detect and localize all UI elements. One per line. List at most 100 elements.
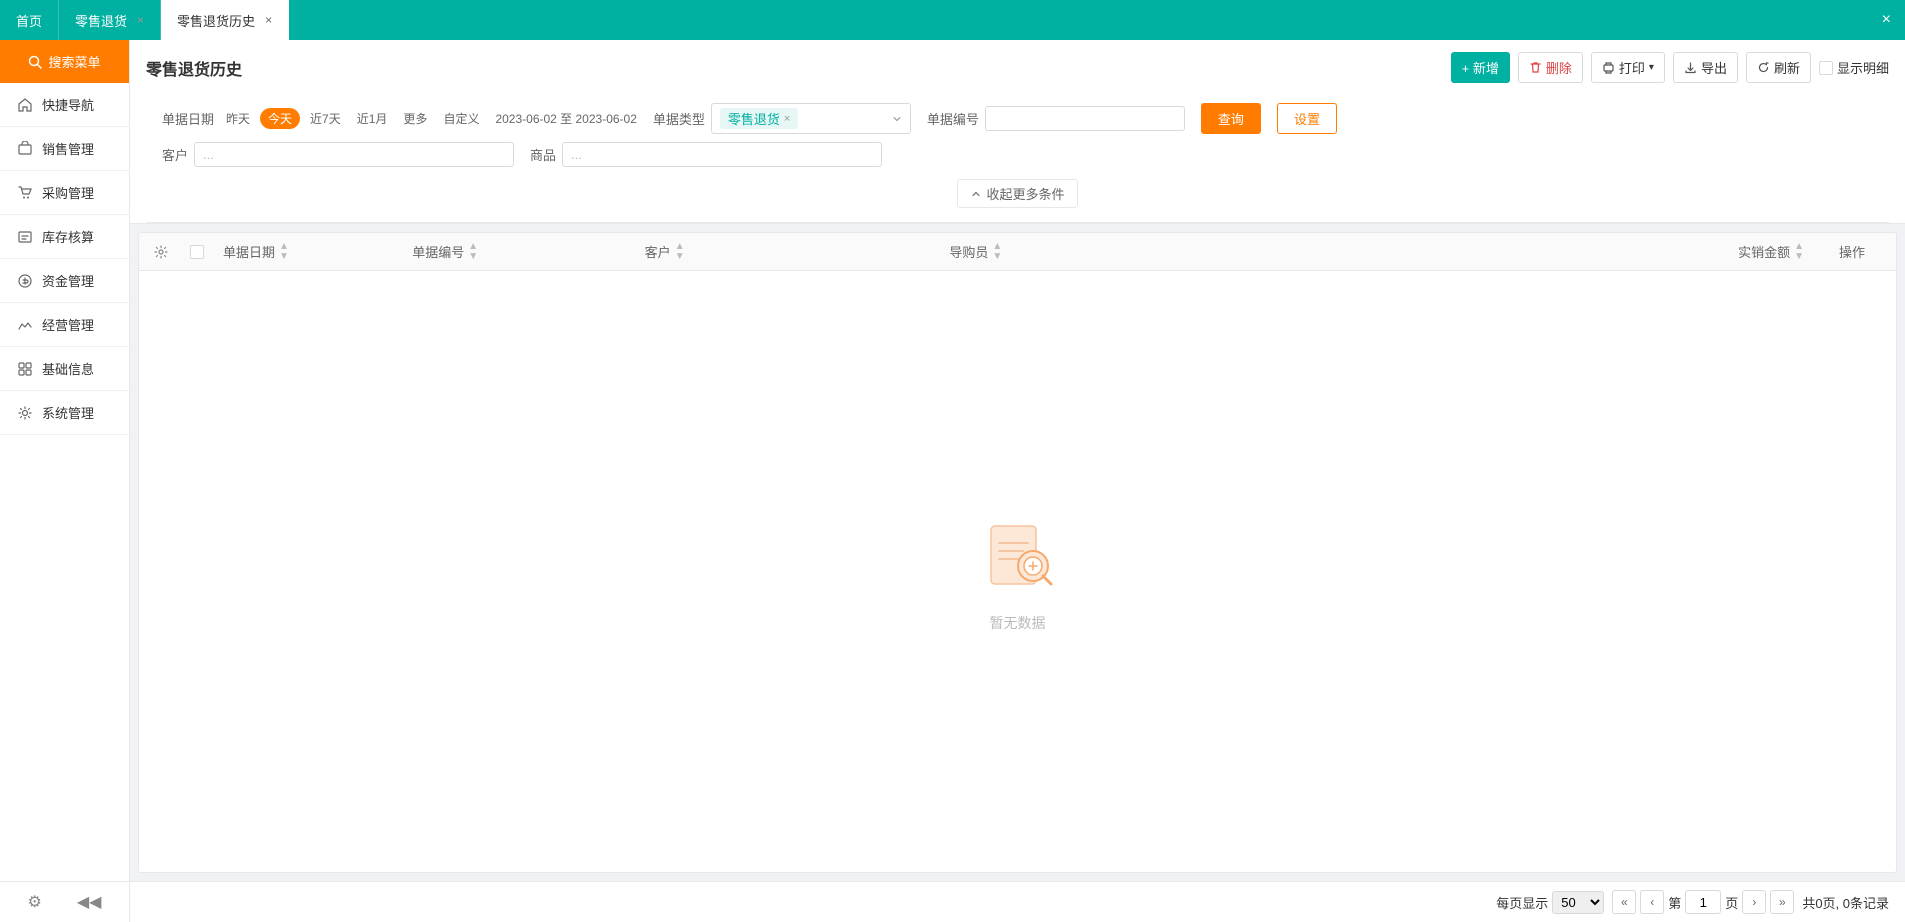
page-last-button[interactable]: »: [1770, 890, 1794, 914]
page-label: 页: [1725, 893, 1738, 912]
operation-icon: [16, 316, 34, 334]
th-action-label: 操作: [1839, 242, 1865, 261]
sidebar-item-inventory-label: 库存核算: [42, 227, 94, 246]
tab-retail-return-history[interactable]: 零售退货历史 ×: [161, 0, 289, 40]
top-bar: 首页 零售退货 × 零售退货历史 × ×: [0, 0, 1905, 40]
date-range-display: 2023-06-02 至 2023-06-02: [495, 110, 636, 127]
empty-svg: [973, 511, 1063, 601]
th-date-label: 单据日期: [223, 242, 275, 261]
sidebar-item-operation[interactable]: 经营管理: [0, 303, 129, 347]
new-button[interactable]: + 新增: [1451, 52, 1510, 83]
date-custom[interactable]: 自定义: [437, 108, 485, 129]
sidebar-nav: 快捷导航 销售管理: [0, 83, 129, 881]
date-today[interactable]: 今天: [260, 108, 300, 129]
sidebar-item-sales-label: 销售管理: [42, 139, 94, 158]
date-more[interactable]: 更多: [397, 108, 433, 129]
table-settings-icon[interactable]: [154, 245, 168, 259]
page-section-label: 第: [1668, 893, 1681, 912]
setting-button-label: 设置: [1294, 109, 1320, 128]
sidebar-item-base[interactable]: 基础信息: [0, 347, 129, 391]
filter-goods-label: 商品: [530, 145, 556, 164]
finance-icon: [16, 272, 34, 290]
query-button-label: 查询: [1218, 109, 1244, 128]
empty-illustration: [973, 511, 1063, 601]
print-button[interactable]: 打印 ▾: [1591, 52, 1665, 83]
sidebar-search[interactable]: 搜索菜单: [0, 40, 129, 83]
doc-type-tag-close[interactable]: ×: [784, 113, 790, 125]
th-amount-label: 实销金额: [1738, 242, 1790, 261]
filter-doc-type-label: 单据类型: [653, 109, 705, 128]
filter-doc-number-label: 单据编号: [927, 109, 979, 128]
tab-retail-return-history-label: 零售退货历史: [177, 11, 255, 30]
refresh-button[interactable]: 刷新: [1746, 52, 1811, 83]
tab-retail-return[interactable]: 零售退货 ×: [59, 0, 161, 40]
sidebar-item-purchase[interactable]: 采购管理: [0, 171, 129, 215]
th-amount[interactable]: 实销金额 ▲▼: [1623, 242, 1812, 262]
th-guide[interactable]: 导购员 ▲▼: [941, 242, 1173, 262]
delete-button[interactable]: 删除: [1518, 52, 1583, 83]
audio-button[interactable]: ◀◀: [77, 892, 102, 912]
page-size-select[interactable]: 20 50 100: [1552, 891, 1604, 914]
tab-home-label: 首页: [16, 11, 42, 30]
setting-button[interactable]: 设置: [1277, 103, 1337, 134]
th-settings[interactable]: [143, 245, 179, 259]
filter-item-customer: 客户 ...: [162, 142, 514, 167]
pagination-bar: 每页显示 20 50 100 « ‹ 第 页 › » 共0页, 0条记录: [130, 881, 1905, 922]
table-header: 单据日期 ▲▼ 单据编号 ▲▼ 客户 ▲▼ 导购员 ▲▼ 实销金额: [139, 233, 1896, 271]
sidebar-item-quick-nav[interactable]: 快捷导航: [0, 83, 129, 127]
refresh-icon: [1757, 61, 1770, 74]
base-icon: [16, 360, 34, 378]
export-button[interactable]: 导出: [1673, 52, 1738, 83]
th-number-label: 单据编号: [412, 242, 464, 261]
page-first-button[interactable]: «: [1612, 890, 1636, 914]
page-next-button[interactable]: ›: [1742, 890, 1766, 914]
show-detail-label: 显示明细: [1837, 58, 1889, 77]
th-customer[interactable]: 客户 ▲▼: [637, 242, 942, 262]
doc-number-input[interactable]: [985, 106, 1185, 131]
sort-number-icon: ▲▼: [468, 242, 478, 262]
tab-retail-return-close[interactable]: ×: [137, 13, 144, 27]
th-number[interactable]: 单据编号 ▲▼: [404, 242, 636, 262]
doc-type-tag-value: 零售退货: [728, 109, 780, 128]
collapse-button[interactable]: 收起更多条件: [957, 179, 1077, 208]
sidebar-item-quick-nav-label: 快捷导航: [42, 95, 94, 114]
page-prev-button[interactable]: ‹: [1640, 890, 1664, 914]
doc-type-select[interactable]: 零售退货 ×: [711, 103, 911, 134]
data-table: 单据日期 ▲▼ 单据编号 ▲▼ 客户 ▲▼ 导购员 ▲▼ 实销金额: [138, 232, 1897, 873]
query-button[interactable]: 查询: [1201, 103, 1261, 134]
sidebar-item-finance[interactable]: 资金管理: [0, 259, 129, 303]
date-yesterday[interactable]: 昨天: [220, 108, 256, 129]
page-header: 零售退货历史 + 新增 删除: [130, 40, 1905, 224]
filter-item-doc-type: 单据类型 零售退货 ×: [653, 103, 911, 134]
sales-icon: [16, 140, 34, 158]
sidebar-search-label: 搜索菜单: [48, 52, 100, 71]
export-icon: [1684, 61, 1697, 74]
th-date[interactable]: 单据日期 ▲▼: [215, 242, 404, 262]
empty-text: 暂无数据: [990, 613, 1046, 633]
goods-select[interactable]: ...: [562, 142, 882, 167]
th-check[interactable]: [179, 245, 215, 259]
customer-select[interactable]: ...: [194, 142, 514, 167]
filter-row-2: 客户 ... 商品 ...: [162, 142, 1873, 167]
sidebar-item-inventory[interactable]: 库存核算: [0, 215, 129, 259]
window-close-button[interactable]: ×: [1868, 0, 1905, 40]
show-detail-checkbox[interactable]: 显示明细: [1819, 58, 1889, 77]
toolbar: + 新增 删除 打印 ▾: [1451, 52, 1889, 83]
filter-item-date: 单据日期 昨天 今天 近7天 近1月 更多 自定义 2023-06-02 至 2…: [162, 108, 637, 129]
page-number-input[interactable]: [1685, 890, 1721, 914]
tab-retail-return-history-close[interactable]: ×: [265, 13, 272, 27]
main-layout: 搜索菜单 快捷导航 销售管理: [0, 40, 1905, 922]
refresh-button-label: 刷新: [1774, 58, 1800, 77]
table-all-check[interactable]: [190, 245, 204, 259]
date-last-month[interactable]: 近1月: [351, 108, 394, 129]
doc-type-tag: 零售退货 ×: [720, 108, 798, 129]
settings-gear-button[interactable]: ⚙: [28, 892, 42, 912]
sidebar-item-sales[interactable]: 销售管理: [0, 127, 129, 171]
print-dropdown-icon: ▾: [1649, 62, 1654, 73]
content-area: 零售退货历史 + 新增 删除: [130, 40, 1905, 922]
tab-home[interactable]: 首页: [0, 0, 59, 40]
date-last7[interactable]: 近7天: [304, 108, 347, 129]
th-guide-label: 导购员: [949, 242, 988, 261]
page-nav: « ‹ 第 页 › »: [1612, 890, 1794, 914]
sidebar-item-system[interactable]: 系统管理: [0, 391, 129, 435]
